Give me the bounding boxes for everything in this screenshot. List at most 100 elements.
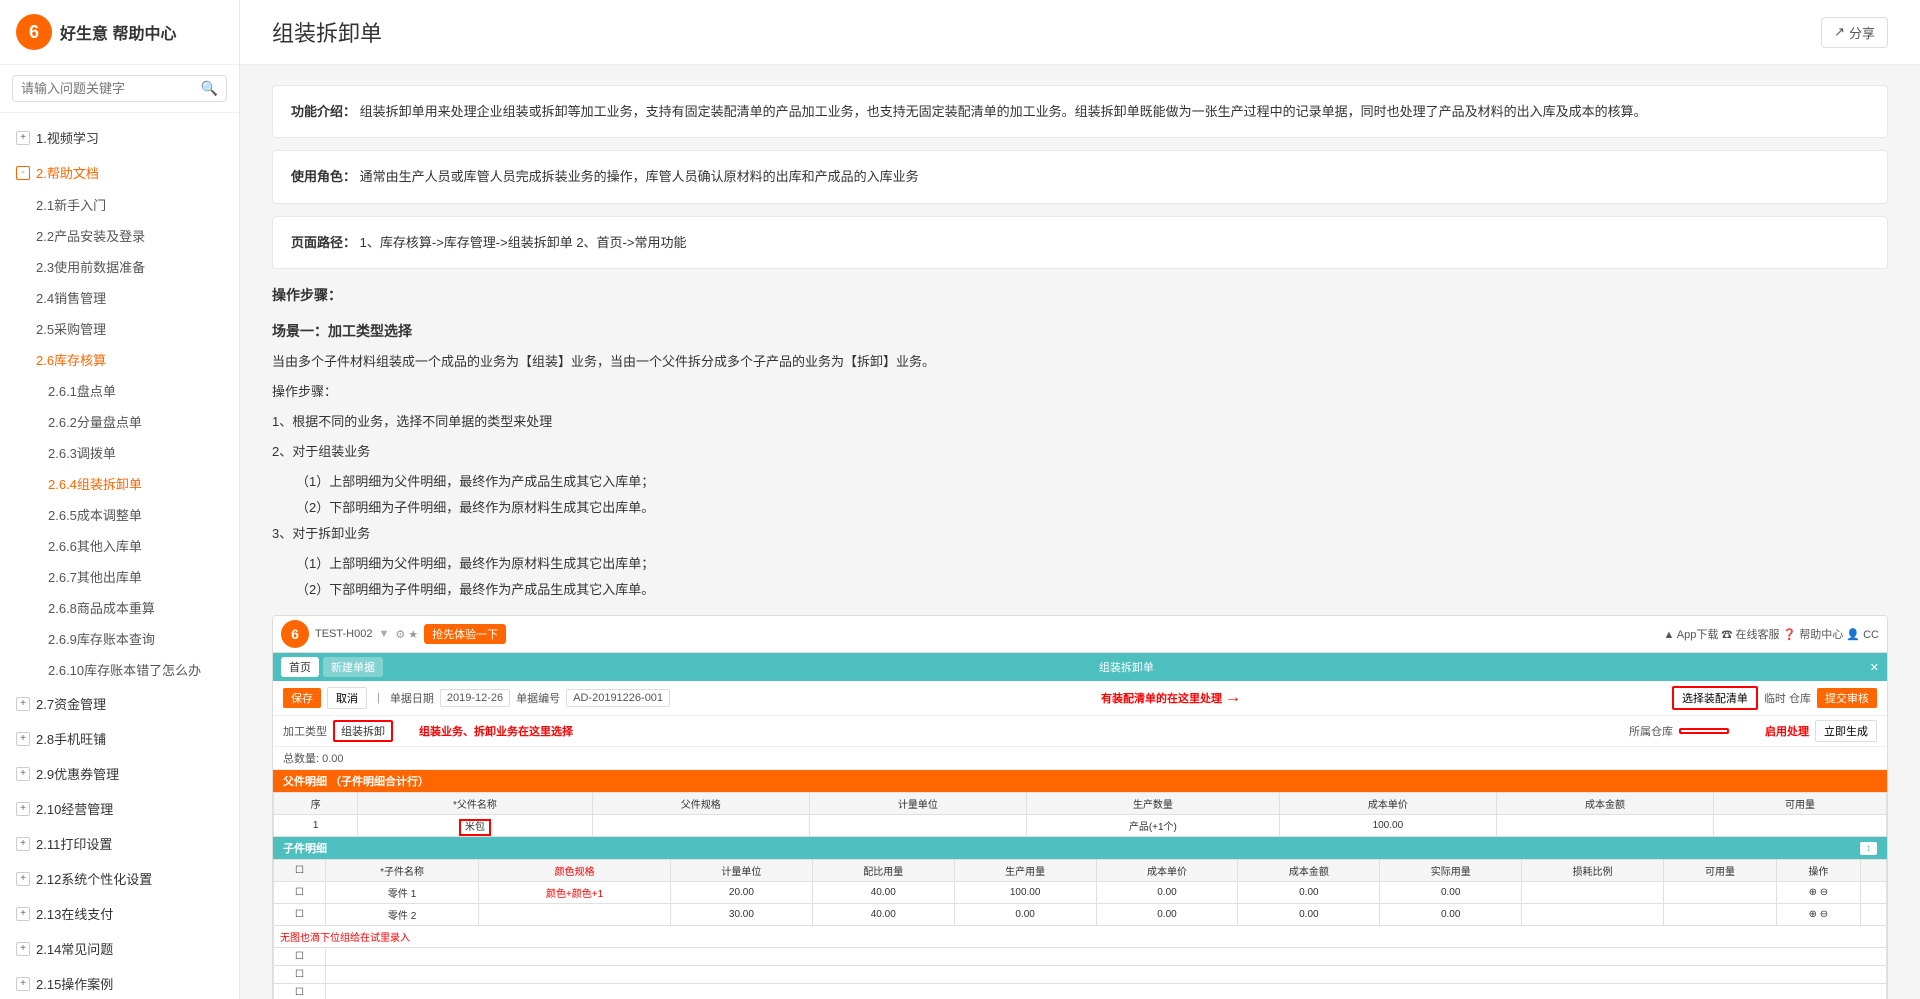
sidebar-item-label-videos: 1.视频学习 — [36, 128, 99, 147]
sidebar-item-purchase[interactable]: 2.5采购管理 — [36, 313, 239, 344]
sidebar-item-label-print: 2.11打印设置 — [36, 834, 112, 853]
sidebar-item-faq[interactable]: + 2.14常见问题 — [0, 932, 239, 965]
sidebar-item-transfer[interactable]: 2.6.3调拨单 — [48, 437, 239, 468]
nav-section-mobile: + 2.8手机旺铺 — [0, 722, 239, 755]
content-body: 功能介绍： 组装拆卸单用来处理企业组装或拆卸等加工业务，支持有固定装配清单的产品… — [240, 65, 1920, 999]
sidebar-item-docs[interactable]: - 2.帮助文档 — [0, 156, 239, 189]
page-title: 组装拆卸单 — [272, 16, 382, 48]
sim-doc-no-label: 单据编号 — [516, 690, 560, 706]
nav-section-payment: + 2.13在线支付 — [0, 897, 239, 930]
sidebar-item-cost-adjust[interactable]: 2.6.5成本调整单 — [48, 499, 239, 530]
sidebar-item-other-out[interactable]: 2.6.7其他出库单 — [48, 561, 239, 592]
sidebar-item-partial-stocktake[interactable]: 2.6.2分量盘点单 — [48, 406, 239, 437]
sidebar-item-cost-recalc[interactable]: 2.6.8商品成本重算 — [48, 592, 239, 623]
sidebar-label-newbie: 2.1新手入门 — [36, 198, 106, 213]
search-input[interactable] — [21, 81, 201, 96]
sidebar-item-finance[interactable]: + 2.7资金管理 — [0, 687, 239, 720]
cell-cprice-1: 100.00 — [1279, 815, 1496, 837]
sim-lower-header: ☐ *子件名称 颜色规格 计量单位 配比用量 生产用量 成本单价 成本金额 实际… — [274, 860, 1887, 882]
sidebar-item-cases[interactable]: + 2.15操作案例 — [0, 967, 239, 999]
sim-lower-row-2: ☐ 零件 2 30.00 40.00 0.00 0.00 0.00 0.00 — [274, 904, 1887, 926]
sidebar-item-label-mobile: 2.8手机旺铺 — [36, 729, 106, 748]
sim-lower-table: ☐ *子件名称 颜色规格 计量单位 配比用量 生产用量 成本单价 成本金额 实际… — [273, 859, 1887, 999]
sidebar-item-newbie[interactable]: 2.1新手入门 — [36, 189, 239, 220]
sidebar-item-coupon[interactable]: + 2.9优惠券管理 — [0, 757, 239, 790]
lcell-prod-qty-1: 100.00 — [954, 882, 1096, 904]
func-intro-label: 功能介绍： — [291, 104, 356, 119]
main-header: 组装拆卸单 ↗ 分享 — [240, 0, 1920, 65]
sim-annotation2-wrap: 组装业务、拆卸业务在这里选择 — [419, 723, 573, 739]
lcell-chk-6: ☐ — [274, 984, 326, 999]
sim-upper-table-wrap: 序 *父件名称 父件规格 计量单位 生产数量 成本单价 成本金额 可用量 — [273, 792, 1887, 837]
role-text: 通常由生产人员或库管人员完成拆装业务的操作，库管人员确认原材料的出库和产成品的入… — [360, 169, 919, 184]
share-label: 分享 — [1849, 23, 1875, 42]
sidebar-item-videos[interactable]: + 1.视频学习 — [0, 121, 239, 154]
sidebar-label-cost-recalc: 2.6.8商品成本重算 — [48, 601, 155, 616]
nav-sub-inventory: 2.6.1盘点单 2.6.2分量盘点单 2.6.3调拨单 2.6.4组装拆卸单 … — [36, 375, 239, 685]
share-button[interactable]: ↗ 分享 — [1821, 17, 1888, 48]
lcell-waste-1 — [1522, 882, 1664, 904]
search-icon[interactable]: 🔍 — [201, 80, 218, 97]
screenshot-area: 6 TEST-H002 ▼ ⚙ ★ 抢先体验一下 ▲ App下载 ☎ 在线客服 … — [272, 615, 1888, 999]
sim-date-value: 2019-12-26 — [440, 689, 510, 707]
sidebar-item-personalize[interactable]: + 2.12系统个性化设置 — [0, 862, 239, 895]
sim-type-label: 加工类型 — [283, 723, 327, 739]
lcell-ops-2: ⊕ ⊖ — [1776, 904, 1860, 926]
sim-sub-header: 子件明细 ↕ — [273, 837, 1887, 859]
sim-form-toolbar: 保存 取消 | 单据日期 2019-12-26 单据编号 AD-20191226… — [273, 681, 1887, 716]
expand-icon-payment: + — [16, 907, 30, 921]
nav-section-finance: + 2.7资金管理 — [0, 687, 239, 720]
sidebar-item-ledger-error[interactable]: 2.6.10库存账本错了怎么办 — [48, 654, 239, 685]
sim-select-bom-btn[interactable]: 选择装配清单 — [1672, 686, 1758, 710]
expand-icon-coupon: + — [16, 767, 30, 781]
path-block: 页面路径： 1、库存核算->库存管理->组装拆卸单 2、首页->常用功能 — [272, 216, 1888, 269]
sidebar-item-other-in[interactable]: 2.6.6其他入库单 — [48, 530, 239, 561]
sim-doc-info: 组装拆卸单 — [1099, 659, 1154, 675]
annotation-bom: 有装配清单的在这里处理 — [1101, 693, 1222, 705]
sidebar-item-ledger-query[interactable]: 2.6.9库存账本查询 — [48, 623, 239, 654]
func-intro-text: 组装拆卸单用来处理企业组装或拆卸等加工业务，支持有固定装配清单的产品加工业务，也… — [360, 104, 1647, 119]
sim-commit-btn[interactable]: 提交审核 — [1817, 688, 1877, 708]
sidebar-item-stocktake[interactable]: 2.6.1盘点单 — [48, 375, 239, 406]
sidebar-item-sales[interactable]: 2.4销售管理 — [36, 282, 239, 313]
lcol-waste: 损耗比例 — [1522, 860, 1664, 882]
sidebar-label-purchase: 2.5采购管理 — [36, 322, 106, 337]
sim-teal-header: 首页 新建单据 组装拆卸单 ✕ — [273, 653, 1887, 681]
sidebar-item-data-prep[interactable]: 2.3使用前数据准备 — [36, 251, 239, 282]
sidebar-item-label-faq: 2.14常见问题 — [36, 939, 113, 958]
lcell-bom-qty-1: 40.00 — [812, 882, 954, 904]
sim-lower-row-3: 无图也滴下位组给在试里录入 — [274, 926, 1887, 948]
sim-tab-new: 新建单据 — [323, 657, 383, 677]
lcell-empty-5 — [326, 966, 1887, 984]
sidebar-label-install: 2.2产品安装及登录 — [36, 229, 145, 244]
sidebar-item-payment[interactable]: + 2.13在线支付 — [0, 897, 239, 930]
sidebar-item-label-coupon: 2.9优惠券管理 — [36, 764, 119, 783]
expand-icon-docs: - — [16, 166, 30, 180]
sim-status-label: 临时 仓库 — [1764, 690, 1811, 706]
sim-lower-row-4: ☐ — [274, 948, 1887, 966]
sidebar-item-mobile[interactable]: + 2.8手机旺铺 — [0, 722, 239, 755]
sidebar-item-assembly[interactable]: 2.6.4组装拆卸单 — [48, 468, 239, 499]
main-content: 组装拆卸单 ↗ 分享 功能介绍： 组装拆卸单用来处理企业组装或拆卸等加工业务，支… — [240, 0, 1920, 999]
sim-expand-icon[interactable]: ↕ — [1860, 842, 1877, 855]
sidebar-item-inventory[interactable]: 2.6库存核算 — [36, 344, 239, 375]
sim-cancel-btn[interactable]: 取消 — [327, 687, 367, 709]
sim-save-btn[interactable]: 保存 — [283, 688, 321, 708]
sim-generate-btn[interactable]: 立即生成 — [1815, 720, 1877, 742]
sidebar-item-ops-mgmt[interactable]: + 2.10经营管理 — [0, 792, 239, 825]
nav-sub-docs: 2.1新手入门 2.2产品安装及登录 2.3使用前数据准备 2.4销售管理 2.… — [0, 189, 239, 685]
cell-unit-1 — [809, 815, 1026, 837]
sidebar-item-label-personalize: 2.12系统个性化设置 — [36, 869, 152, 888]
search-area: 🔍 — [0, 65, 239, 113]
cell-name-1: 米包 — [358, 815, 592, 837]
sim-annotation-area: 有装配清单的在这里处理 → — [676, 689, 1666, 707]
lcell-cprice-1: 0.00 — [1096, 882, 1238, 904]
sidebar-item-print[interactable]: + 2.11打印设置 — [0, 827, 239, 860]
step1-text: 1、根据不同的业务，选择不同单据的类型来处理 — [272, 409, 1888, 435]
expand-icon-videos: + — [16, 131, 30, 145]
cell-qty-1: 产品(+1个) — [1026, 815, 1279, 837]
annotation-enable: 启用处理 — [1765, 726, 1809, 738]
logo-text: 好生意 帮助中心 — [60, 20, 176, 44]
nav-section-videos: + 1.视频学习 — [0, 121, 239, 154]
sidebar-item-install[interactable]: 2.2产品安装及登录 — [36, 220, 239, 251]
